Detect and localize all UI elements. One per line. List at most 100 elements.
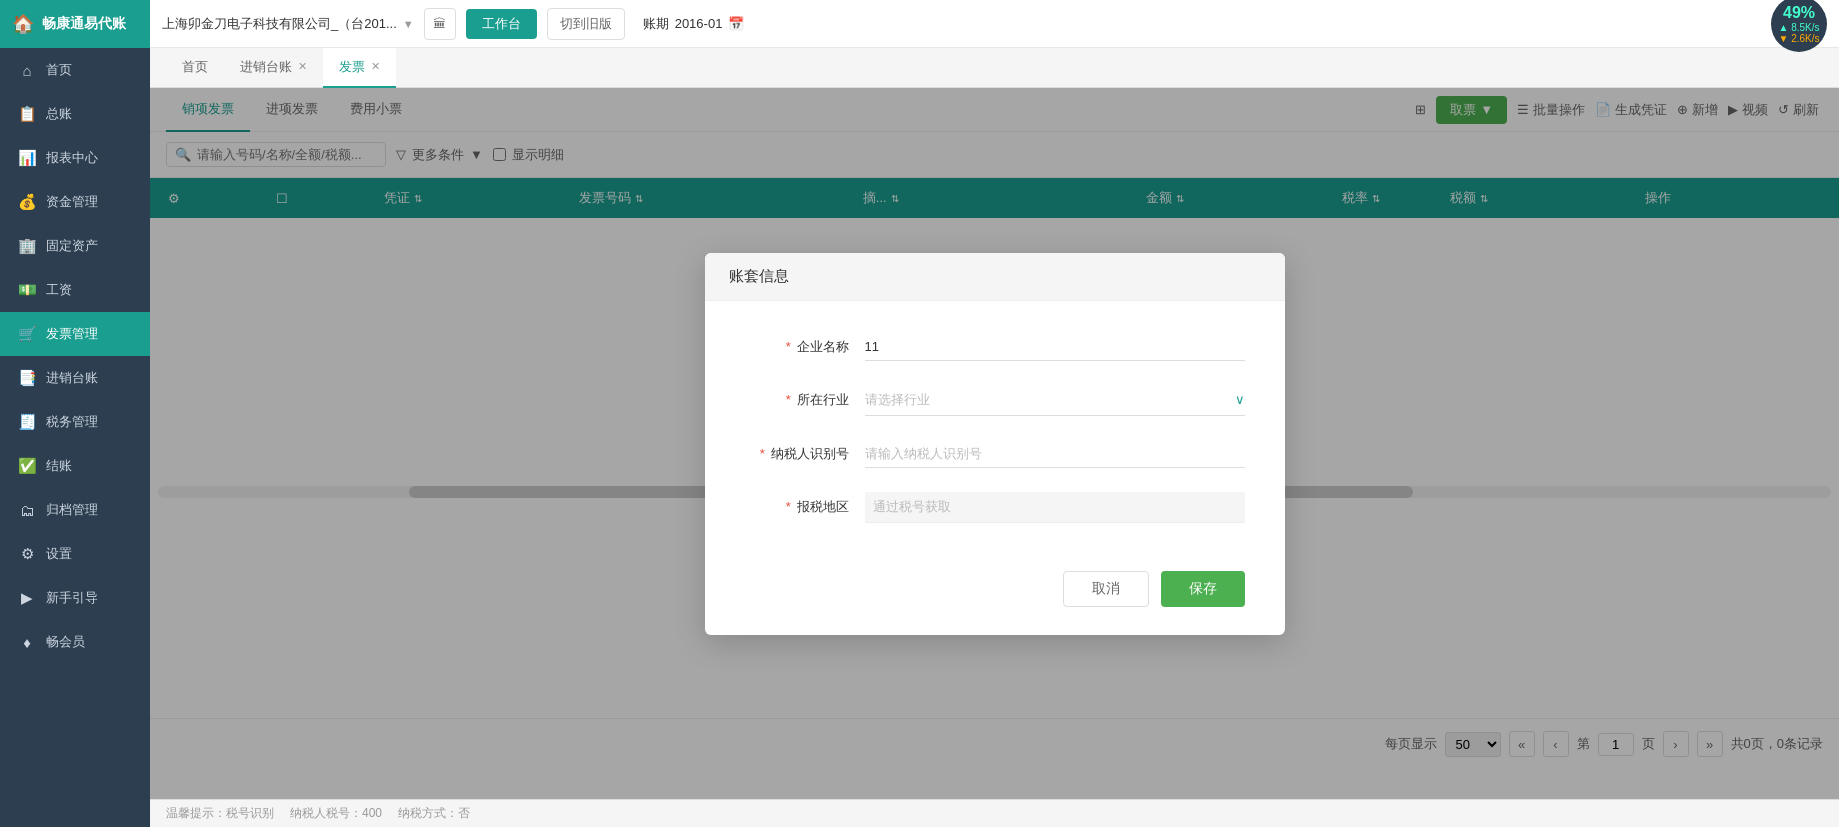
content-area: 销项发票 进项发票 费用小票 ⊞ 取票 ▼ ☰ bbox=[150, 88, 1839, 799]
sidebar-item-label: 资金管理 bbox=[46, 193, 98, 211]
sidebar-item-tax-mgmt[interactable]: 🧾 税务管理 bbox=[0, 400, 150, 444]
cancel-button[interactable]: 取消 bbox=[1063, 571, 1149, 607]
tab-invoice-close[interactable]: ✕ bbox=[371, 60, 380, 73]
sidebar-item-label: 畅会员 bbox=[46, 633, 85, 651]
ledger-icon: 📋 bbox=[18, 105, 36, 123]
tax-id-input[interactable] bbox=[865, 440, 1245, 468]
network-speeds: ▲ 8.5K/s ▼ 2.6K/s bbox=[1778, 22, 1819, 44]
settlement-icon: ✅ bbox=[18, 457, 36, 475]
sidebar-item-label: 固定资产 bbox=[46, 237, 98, 255]
industry-select[interactable]: 请选择行业 ∨ bbox=[865, 385, 1245, 416]
sidebar-item-label: 工资 bbox=[46, 281, 72, 299]
capital-icon: 💰 bbox=[18, 193, 36, 211]
assets-icon: 🏢 bbox=[18, 237, 36, 255]
nav-tabs: 首页 进销台账 ✕ 发票 ✕ bbox=[150, 48, 1839, 88]
sidebar-item-label: 税务管理 bbox=[46, 413, 98, 431]
sidebar-item-home[interactable]: ⌂ 首页 bbox=[0, 48, 150, 92]
sidebar-item-reports[interactable]: 📊 报表中心 bbox=[0, 136, 150, 180]
company-name-input[interactable] bbox=[865, 333, 1245, 361]
topbar: 上海卯金刀电子科技有限公司_（台201... ▼ 🏛 工作台 切到旧版 账期 2… bbox=[150, 0, 1839, 48]
sidebar-item-label: 归档管理 bbox=[46, 501, 98, 519]
period-value: 2016-01 bbox=[675, 16, 723, 31]
industry-placeholder: 请选择行业 bbox=[865, 391, 930, 409]
tax-id-required: * bbox=[760, 446, 765, 461]
old-version-button[interactable]: 切到旧版 bbox=[547, 8, 625, 40]
sidebar-item-label: 设置 bbox=[46, 545, 72, 563]
member-icon: ♦ bbox=[18, 634, 36, 651]
company-name: 上海卯金刀电子科技有限公司_（台201... bbox=[162, 15, 397, 33]
sidebar-item-archive[interactable]: 🗂 归档管理 bbox=[0, 488, 150, 532]
workbench-label: 工作台 bbox=[482, 16, 521, 31]
sidebar-item-settlement[interactable]: ✅ 结账 bbox=[0, 444, 150, 488]
salary-icon: 💵 bbox=[18, 281, 36, 299]
building-icon: 🏛 bbox=[433, 16, 446, 31]
status-detail: 纳税人税号：400 bbox=[290, 805, 382, 822]
network-percent: 49% bbox=[1783, 4, 1815, 22]
company-selector[interactable]: 上海卯金刀电子科技有限公司_（台201... ▼ bbox=[162, 15, 414, 33]
guide-icon: ▶ bbox=[18, 589, 36, 607]
modal-footer: 取消 保存 bbox=[705, 571, 1285, 635]
logo-icon: 🏠 bbox=[12, 13, 34, 35]
sidebar-item-label: 新手引导 bbox=[46, 589, 98, 607]
sidebar-item-salary[interactable]: 💵 工资 bbox=[0, 268, 150, 312]
tab-invoice[interactable]: 发票 ✕ bbox=[323, 48, 396, 88]
sidebar-item-label: 总账 bbox=[46, 105, 72, 123]
modal-title: 账套信息 bbox=[729, 267, 789, 284]
company-name-row: * 企业名称 bbox=[745, 333, 1245, 361]
tax-id-row: * 纳税人识别号 bbox=[745, 440, 1245, 468]
sidebar-item-member[interactable]: ♦ 畅会员 bbox=[0, 620, 150, 664]
industry-label: * 所在行业 bbox=[745, 391, 865, 409]
company-name-required: * bbox=[786, 339, 791, 354]
upload-speed: ▲ 8.5K/s bbox=[1778, 22, 1819, 33]
modal-body: * 企业名称 * 所在行业 请选择行业 bbox=[705, 301, 1285, 571]
tax-mgmt-icon: 🧾 bbox=[18, 413, 36, 431]
tax-region-required: * bbox=[786, 499, 791, 514]
sidebar-item-label: 进销台账 bbox=[46, 369, 98, 387]
sidebar-item-label: 结账 bbox=[46, 457, 72, 475]
tax-region-row: * 报税地区 通过税号获取 bbox=[745, 492, 1245, 523]
modal-header: 账套信息 bbox=[705, 253, 1285, 301]
save-button[interactable]: 保存 bbox=[1161, 571, 1245, 607]
app-logo: 🏠 畅康通易代账 bbox=[0, 0, 150, 48]
calendar-icon[interactable]: 📅 bbox=[728, 16, 744, 31]
account-info-modal: 账套信息 * 企业名称 bbox=[705, 253, 1285, 635]
status-extra: 纳税方式：否 bbox=[398, 805, 470, 822]
industry-dropdown-icon: ∨ bbox=[1235, 392, 1245, 407]
reports-icon: 📊 bbox=[18, 149, 36, 167]
tax-region-label: * 报税地区 bbox=[745, 498, 865, 516]
tax-id-label: * 纳税人识别号 bbox=[745, 445, 865, 463]
period-display: 账期 2016-01 📅 bbox=[643, 15, 745, 33]
logo-text: 畅康通易代账 bbox=[42, 15, 126, 33]
sidebar-item-label: 报表中心 bbox=[46, 149, 98, 167]
tab-home[interactable]: 首页 bbox=[166, 48, 224, 88]
tax-region-readonly: 通过税号获取 bbox=[865, 492, 1245, 523]
invoice-mgmt-icon: 🛒 bbox=[18, 325, 36, 343]
sidebar: 🏠 畅康通易代账 ⌂ 首页 📋 总账 📊 报表中心 💰 资金管理 🏢 固 bbox=[0, 0, 150, 827]
company-name-label: * 企业名称 bbox=[745, 338, 865, 356]
company-icon-button[interactable]: 🏛 bbox=[424, 8, 456, 40]
industry-required: * bbox=[786, 392, 791, 407]
status-left: 温馨提示：税号识别 bbox=[166, 805, 274, 822]
sidebar-item-guide[interactable]: ▶ 新手引导 bbox=[0, 576, 150, 620]
purchase-sale-icon: 📑 bbox=[18, 369, 36, 387]
tab-invoice-label: 发票 bbox=[339, 58, 365, 76]
status-bar: 温馨提示：税号识别 纳税人税号：400 纳税方式：否 bbox=[150, 799, 1839, 827]
sidebar-item-settings[interactable]: ⚙ 设置 bbox=[0, 532, 150, 576]
sidebar-item-ledger[interactable]: 📋 总账 bbox=[0, 92, 150, 136]
sidebar-item-assets[interactable]: 🏢 固定资产 bbox=[0, 224, 150, 268]
sidebar-item-purchase-sale[interactable]: 📑 进销台账 bbox=[0, 356, 150, 400]
archive-icon: 🗂 bbox=[18, 502, 36, 519]
tab-purchase-sale-close[interactable]: ✕ bbox=[298, 60, 307, 73]
industry-row: * 所在行业 请选择行业 ∨ bbox=[745, 385, 1245, 416]
sidebar-item-invoice-mgmt[interactable]: 🛒 发票管理 bbox=[0, 312, 150, 356]
workbench-button[interactable]: 工作台 bbox=[466, 9, 537, 39]
tab-home-label: 首页 bbox=[182, 58, 208, 76]
home-icon: ⌂ bbox=[18, 62, 36, 79]
tab-purchase-sale[interactable]: 进销台账 ✕ bbox=[224, 48, 323, 88]
old-version-label: 切到旧版 bbox=[560, 16, 612, 31]
sidebar-item-capital[interactable]: 💰 资金管理 bbox=[0, 180, 150, 224]
company-dropdown-arrow: ▼ bbox=[403, 18, 414, 30]
main-content: 上海卯金刀电子科技有限公司_（台201... ▼ 🏛 工作台 切到旧版 账期 2… bbox=[150, 0, 1839, 827]
modal-overlay: 账套信息 * 企业名称 bbox=[150, 88, 1839, 799]
sidebar-item-label: 首页 bbox=[46, 61, 72, 79]
